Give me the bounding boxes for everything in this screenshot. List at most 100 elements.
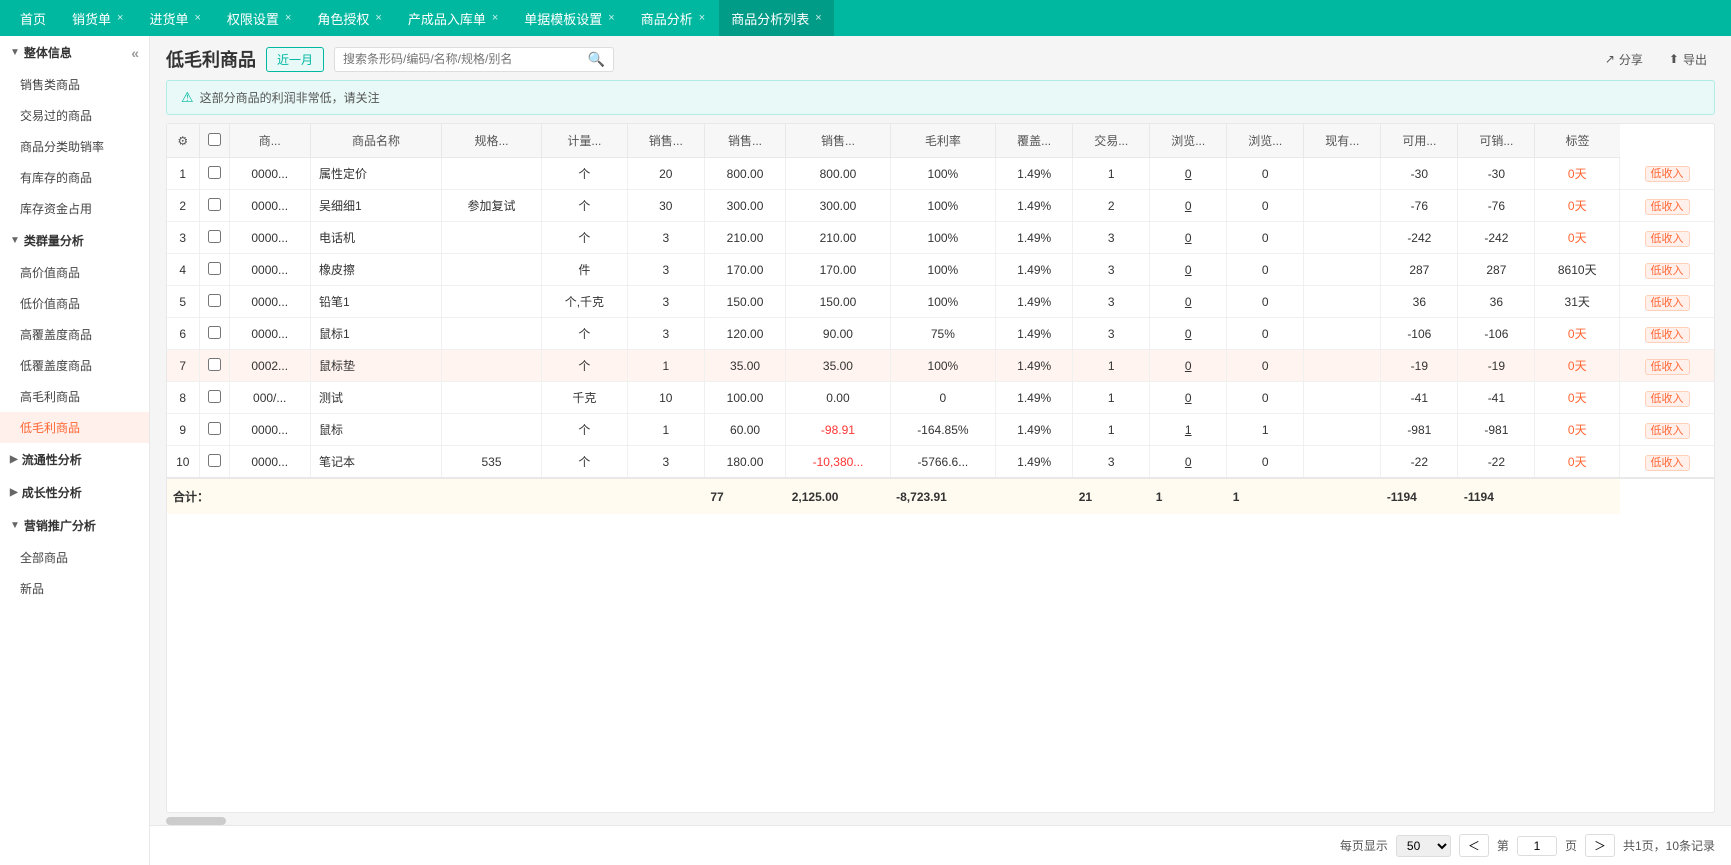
trade-link[interactable]: 0 [1185, 199, 1192, 213]
row-trade[interactable]: 0 [1150, 190, 1227, 222]
row-trade[interactable]: 0 [1150, 318, 1227, 350]
col-amount[interactable]: 销售... [786, 124, 890, 158]
sidebar-item-low-value[interactable]: 低价值商品 [0, 288, 149, 319]
close-icon[interactable]: × [815, 12, 821, 24]
row-select-checkbox[interactable] [208, 166, 221, 179]
sidebar-item-high-gross[interactable]: 高毛利商品 [0, 381, 149, 412]
trade-link[interactable]: 0 [1185, 295, 1192, 309]
row-trade[interactable]: 0 [1150, 158, 1227, 190]
row-checkbox[interactable] [199, 350, 229, 382]
nav-product-entry[interactable]: 产成品入库单 × [396, 0, 510, 36]
row-trade[interactable]: 0 [1150, 446, 1227, 479]
prev-page-button[interactable]: ＜ [1459, 834, 1489, 857]
col-price[interactable]: 销售... [704, 124, 785, 158]
row-trade[interactable]: 0 [1150, 222, 1227, 254]
col-browse2[interactable]: 浏览... [1227, 124, 1304, 158]
row-trade[interactable]: 0 [1150, 254, 1227, 286]
share-button[interactable]: ↗ 分享 [1597, 47, 1651, 72]
row-trade[interactable]: 0 [1150, 286, 1227, 318]
row-checkbox[interactable] [199, 158, 229, 190]
col-stock-available[interactable]: 可用... [1381, 124, 1458, 158]
sidebar-group-overall[interactable]: ▼ 整体信息 « [0, 36, 149, 69]
nav-permissions[interactable]: 权限设置 × [215, 0, 303, 36]
col-trade[interactable]: 交易... [1073, 124, 1150, 158]
col-stock-current[interactable]: 现有... [1304, 124, 1381, 158]
close-icon[interactable]: × [492, 12, 498, 24]
col-settings[interactable]: ⚙ [167, 124, 199, 158]
close-icon[interactable]: × [375, 12, 381, 24]
collapse-icon[interactable]: « [131, 45, 139, 61]
scrollbar-thumb[interactable] [166, 817, 226, 825]
col-gross-rate[interactable]: 毛利率 [890, 124, 995, 158]
trade-link[interactable]: 0 [1185, 231, 1192, 245]
row-select-checkbox[interactable] [208, 358, 221, 371]
col-tag[interactable]: 标签 [1535, 124, 1620, 158]
row-select-checkbox[interactable] [208, 390, 221, 403]
sidebar-item-high-coverage[interactable]: 高覆盖度商品 [0, 319, 149, 350]
sidebar-item-traded[interactable]: 交易过的商品 [0, 100, 149, 131]
nav-sales[interactable]: 销货单 × [60, 0, 135, 36]
sidebar-item-high-value[interactable]: 高价值商品 [0, 257, 149, 288]
row-select-checkbox[interactable] [208, 230, 221, 243]
row-trade[interactable]: 0 [1150, 350, 1227, 382]
col-checkbox[interactable] [199, 124, 229, 158]
col-stock-saleable[interactable]: 可销... [1458, 124, 1535, 158]
horizontal-scrollbar[interactable] [166, 817, 1715, 825]
trade-link[interactable]: 0 [1185, 359, 1192, 373]
sidebar-item-in-stock[interactable]: 有库存的商品 [0, 162, 149, 193]
sidebar-item-low-coverage[interactable]: 低覆盖度商品 [0, 350, 149, 381]
close-icon[interactable]: × [117, 12, 123, 24]
nav-product-analysis-list[interactable]: 商品分析列表 × [719, 0, 833, 36]
row-select-checkbox[interactable] [208, 294, 221, 307]
row-checkbox[interactable] [199, 286, 229, 318]
sidebar-item-new-products[interactable]: 新品 [0, 573, 149, 604]
trade-link[interactable]: 0 [1185, 167, 1192, 181]
sidebar-group-marketing[interactable]: ▼ 营销推广分析 [0, 509, 149, 542]
trade-link[interactable]: 0 [1185, 263, 1192, 277]
nav-home[interactable]: 首页 [8, 0, 58, 36]
sidebar-group-cluster[interactable]: ▼ 类群量分析 [0, 224, 149, 257]
sidebar-item-sales-products[interactable]: 销售类商品 [0, 69, 149, 100]
data-table-container[interactable]: ⚙ 商... 商品名称 规格... 计量... 销售... 销售... 销售..… [166, 123, 1715, 813]
select-all-checkbox[interactable] [208, 133, 221, 146]
row-select-checkbox[interactable] [208, 198, 221, 211]
sidebar-item-category-rate[interactable]: 商品分类助销率 [0, 131, 149, 162]
trade-link[interactable]: 1 [1185, 423, 1192, 437]
filter-recent-month-button[interactable]: 近一月 [266, 47, 324, 72]
col-browse1[interactable]: 浏览... [1150, 124, 1227, 158]
row-select-checkbox[interactable] [208, 262, 221, 275]
col-name[interactable]: 商品名称 [310, 124, 441, 158]
col-qty[interactable]: 销售... [627, 124, 704, 158]
nav-roles[interactable]: 角色授权 × [305, 0, 393, 36]
row-checkbox[interactable] [199, 446, 229, 479]
sidebar-group-growth[interactable]: ▶ 成长性分析 [0, 476, 149, 509]
close-icon[interactable]: × [699, 12, 705, 24]
row-select-checkbox[interactable] [208, 326, 221, 339]
row-checkbox[interactable] [199, 318, 229, 350]
row-trade[interactable]: 1 [1150, 414, 1227, 446]
trade-link[interactable]: 0 [1185, 327, 1192, 341]
close-icon[interactable]: × [194, 12, 200, 24]
page-number-input[interactable] [1517, 836, 1557, 856]
per-page-select[interactable]: 50 100 200 [1396, 835, 1451, 857]
nav-purchase[interactable]: 进货单 × [137, 0, 212, 36]
sidebar-item-all-products[interactable]: 全部商品 [0, 542, 149, 573]
row-checkbox[interactable] [199, 190, 229, 222]
sidebar-item-capital[interactable]: 库存资金占用 [0, 193, 149, 224]
nav-template[interactable]: 单据模板设置 × [512, 0, 626, 36]
col-spec[interactable]: 规格... [442, 124, 542, 158]
trade-link[interactable]: 0 [1185, 391, 1192, 405]
row-checkbox[interactable] [199, 222, 229, 254]
nav-product-analysis[interactable]: 商品分析 × [629, 0, 717, 36]
close-icon[interactable]: × [285, 12, 291, 24]
row-checkbox[interactable] [199, 254, 229, 286]
export-button[interactable]: ⬆ 导出 [1661, 47, 1715, 72]
close-icon[interactable]: × [608, 12, 614, 24]
col-unit[interactable]: 计量... [542, 124, 628, 158]
trade-link[interactable]: 0 [1185, 455, 1192, 469]
row-checkbox[interactable] [199, 382, 229, 414]
sidebar-group-circulation[interactable]: ▶ 流通性分析 [0, 443, 149, 476]
col-code[interactable]: 商... [229, 124, 310, 158]
row-select-checkbox[interactable] [208, 422, 221, 435]
search-input[interactable] [343, 52, 584, 66]
